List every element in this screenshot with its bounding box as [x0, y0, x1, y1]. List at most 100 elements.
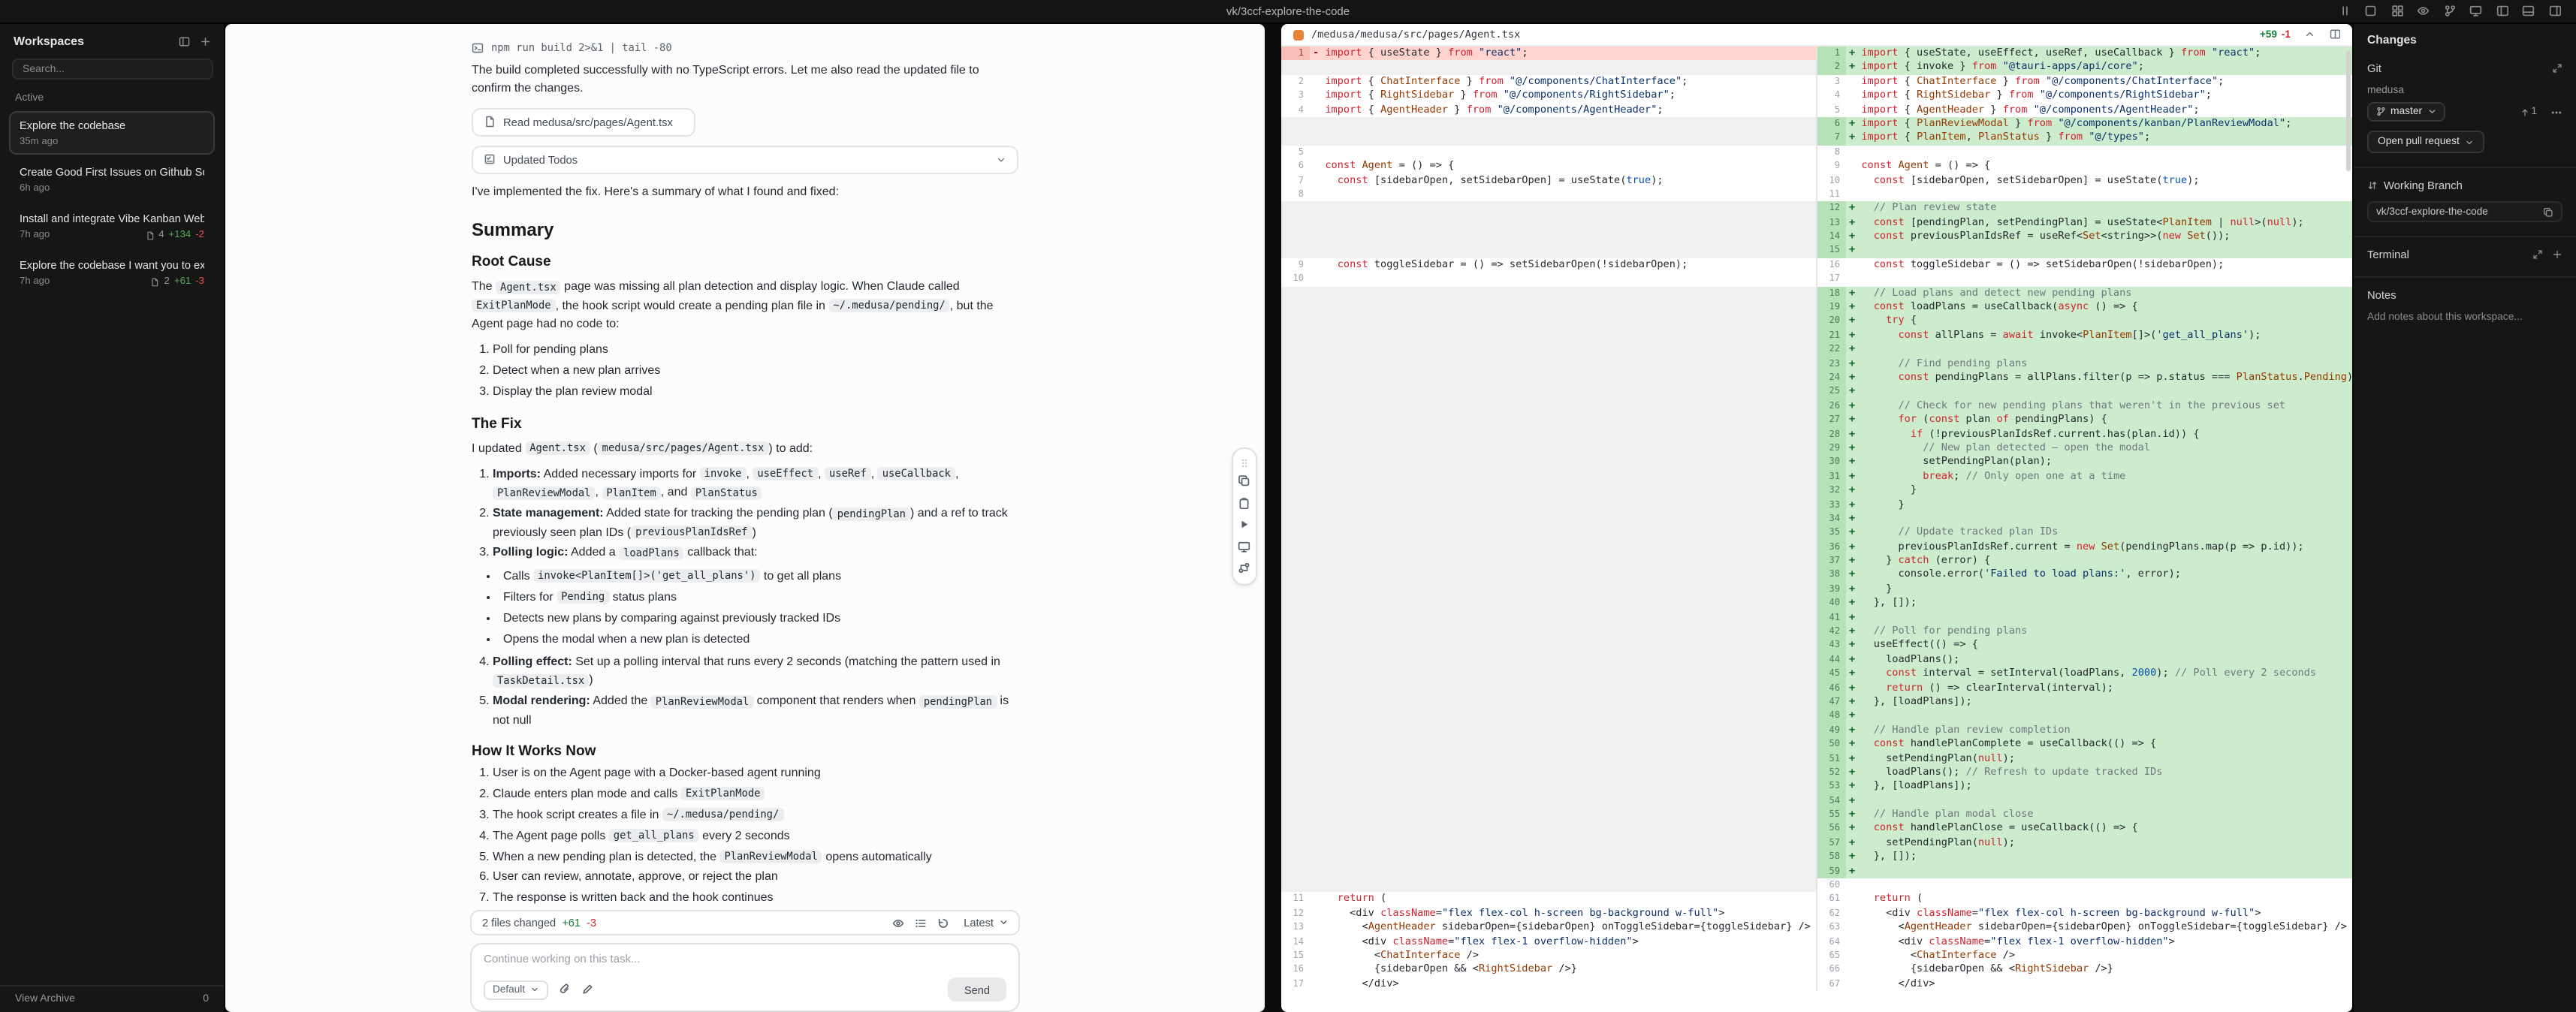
expand-terminal-icon[interactable]: [2532, 249, 2543, 260]
workspaces-sidebar: Workspaces Active Explore the codebase35…: [0, 24, 225, 1012]
diff-row: 59+: [1281, 864, 2352, 878]
branch-selector[interactable]: master: [2367, 102, 2445, 122]
chevron-down-icon: [2427, 107, 2436, 117]
workspace-time: 7h ago: [20, 230, 50, 240]
monitor-icon[interactable]: [2469, 5, 2482, 18]
mode-selector[interactable]: Default: [484, 980, 547, 999]
steps-icon[interactable]: [914, 917, 926, 929]
diff-line-new: 34+: [1817, 512, 2352, 526]
grid-icon[interactable]: [2390, 5, 2403, 18]
pause-icon[interactable]: [2338, 5, 2351, 18]
diff-line-new: 38+ console.error('Failed to load plans:…: [1817, 568, 2352, 583]
attach-icon[interactable]: [558, 983, 570, 995]
open-pr-button[interactable]: Open pull request: [2367, 131, 2485, 153]
inline-code: pendingPlan: [919, 694, 997, 708]
view-archive-row[interactable]: View Archive 0: [0, 985, 224, 1012]
branch-icon[interactable]: [2443, 5, 2456, 18]
monitor-icon[interactable]: [1238, 540, 1251, 553]
tool-call[interactable]: Read medusa/src/pages/Agent.tsx: [472, 108, 695, 137]
diff-row: 38+ console.error('Failed to load plans:…: [1281, 568, 2352, 583]
diff-line-old: [1281, 117, 1817, 131]
compare-icon[interactable]: [1238, 562, 1251, 574]
workspace-item[interactable]: Explore the codebase35m ago: [9, 111, 215, 155]
split-view-icon[interactable]: [2329, 29, 2340, 41]
chat-list-item: When a new pending plan is detected, the…: [493, 848, 1018, 866]
drag-handle-icon[interactable]: [1239, 458, 1250, 468]
run-icon[interactable]: [1238, 518, 1251, 531]
diff-line-new: 60: [1817, 878, 2352, 893]
diff-line-new: 67 </div>: [1817, 977, 2352, 992]
diff-panel: /medusa/medusa/src/pages/Agent.tsx +59 -…: [1281, 24, 2352, 1012]
diff-line-old: [1281, 625, 1817, 639]
send-button[interactable]: Send: [948, 977, 1006, 1001]
diff-line-old: 8: [1281, 188, 1817, 202]
files-changed-button[interactable]: 2 files changed: [482, 916, 556, 929]
working-branch-field[interactable]: [2367, 201, 2562, 222]
chat-list: Polling effect: Set up a polling interva…: [472, 653, 1018, 730]
inline-code: useEffect: [753, 468, 818, 481]
copy-branch-icon[interactable]: [2543, 206, 2553, 217]
diff-line-new: 4 import { RightSidebar } from "@/compon…: [1817, 89, 2352, 103]
diff-line-old: [1281, 202, 1817, 216]
collapse-file-icon[interactable]: [2304, 29, 2315, 41]
diff-scrollbar[interactable]: [2345, 51, 2351, 171]
diff-line-old: [1281, 766, 1817, 780]
file-icon: [484, 116, 496, 128]
chevron-down-icon: [2466, 137, 2475, 146]
diff-row: 52+ loadPlans(); // Refresh to update tr…: [1281, 766, 2352, 780]
inline-code: pendingPlan: [833, 507, 910, 520]
notes-placeholder[interactable]: Add notes about this workspace...: [2367, 311, 2562, 325]
diff-line-old: [1281, 342, 1817, 357]
terminal-section-label: Terminal: [2367, 248, 2409, 261]
version-selector[interactable]: Latest: [964, 916, 1008, 929]
chat-scroll-area[interactable]: npm run build 2>&1 | tail -80 The build c…: [225, 24, 1265, 905]
panel-right-icon[interactable]: [2548, 5, 2561, 18]
diff-line-old: 11 return (: [1281, 893, 1817, 907]
eye-icon[interactable]: [2417, 5, 2430, 18]
search-input[interactable]: [12, 59, 213, 80]
collapse-panel-icon[interactable]: [179, 36, 190, 47]
diff-row: 41+: [1281, 610, 2352, 625]
diff-line-new: 62 <div className="flex flex-col h-scree…: [1817, 907, 2352, 921]
workspace-item[interactable]: Install and integrate Vibe Kanban Web...…: [9, 204, 215, 248]
diff-line-new: 21+ const allPlans = await invoke<PlanIt…: [1817, 329, 2352, 343]
diff-row: 7+ import { PlanItem, PlanStatus } from …: [1281, 131, 2352, 146]
repo-name: medusa: [2367, 86, 2562, 96]
inline-code: invoke: [700, 468, 747, 481]
expand-git-icon[interactable]: [2552, 63, 2562, 74]
diff-line-old: [1281, 751, 1817, 766]
tool-call[interactable]: Updated Todos: [472, 146, 1018, 174]
panel-left-icon[interactable]: [2496, 5, 2508, 18]
tool-call[interactable]: npm run build 2>&1 | tail -80: [472, 42, 1018, 54]
diff-row: 13 <AgentHeader sidebarOpen={sidebarOpen…: [1281, 920, 2352, 935]
inline-code: invoke<PlanItem[]>('get_all_plans'): [533, 570, 760, 583]
working-branch-input[interactable]: [2376, 206, 2537, 217]
panel-bottom-icon[interactable]: [2522, 5, 2535, 18]
diff-line-new: 44+ loadPlans();: [1817, 653, 2352, 667]
inline-code: Agent.tsx: [525, 441, 590, 455]
chevron-down-icon[interactable]: [996, 155, 1006, 165]
new-terminal-icon[interactable]: [2552, 249, 2562, 260]
workspace-item[interactable]: Explore the codebase I want you to ex...…: [9, 251, 215, 294]
message-input[interactable]: [484, 952, 1006, 965]
diff-line-old: 15 <ChatInterface />: [1281, 949, 1817, 963]
frame-icon[interactable]: [2364, 5, 2377, 18]
diff-line-old: [1281, 413, 1817, 427]
chat-paragraph: The build completed successfully with no…: [472, 62, 1018, 99]
more-actions-icon[interactable]: [2550, 106, 2562, 118]
inline-code: previousPlanIdsRef: [631, 526, 752, 539]
diff-line-new: 11: [1817, 188, 2352, 202]
eye-icon[interactable]: [891, 917, 903, 929]
chat-blocks: npm run build 2>&1 | tail -80 The build c…: [472, 42, 1018, 905]
workspace-item[interactable]: Create Good First Issues on Github So...…: [9, 158, 215, 201]
diff-line-new: 10 const [sidebarOpen, setSidebarOpen] =…: [1817, 173, 2352, 188]
diff-row: 15+: [1281, 244, 2352, 258]
new-workspace-icon[interactable]: [199, 36, 210, 47]
diff-row: 46+ return () => clearInterval(interval)…: [1281, 681, 2352, 695]
chat-heading: Root Cause: [472, 254, 1018, 270]
history-icon[interactable]: [937, 917, 949, 929]
clipboard-icon[interactable]: [1238, 496, 1251, 509]
diff-line-new: 58+ }, []);: [1817, 851, 2352, 865]
edit-icon[interactable]: [581, 983, 593, 995]
copy-icon[interactable]: [1238, 474, 1251, 487]
